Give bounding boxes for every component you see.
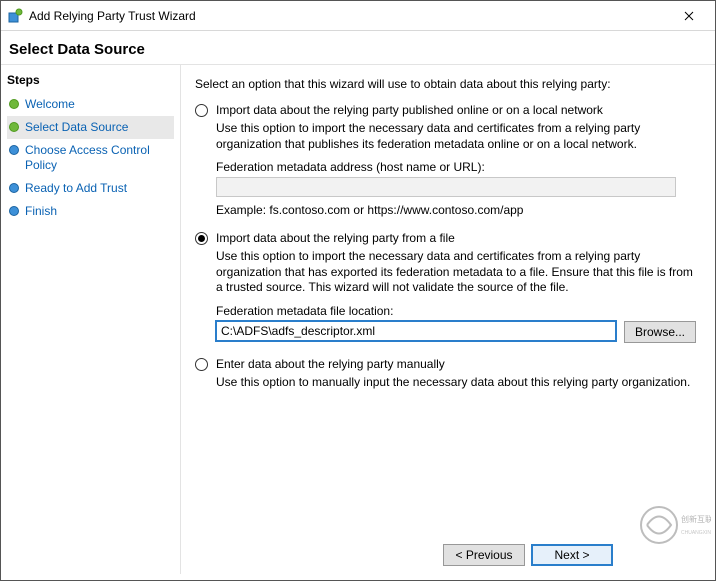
main-panel: Select an option that this wizard will u… [181,65,715,574]
option-title: Import data about the relying party publ… [216,103,603,117]
option-desc: Use this option to import the necessary … [216,249,701,296]
option-desc: Use this option to import the necessary … [216,121,701,152]
radio-enter-manually[interactable] [195,358,208,371]
option-title: Enter data about the relying party manua… [216,357,445,371]
bullet-icon [9,99,19,109]
metadata-address-example: Example: fs.contoso.com or https://www.c… [216,203,701,217]
bullet-icon [9,122,19,132]
option-enter-manually: Enter data about the relying party manua… [195,357,701,391]
step-welcome[interactable]: Welcome [7,93,174,116]
step-label: Choose Access Control Policy [25,143,172,173]
step-label: Welcome [25,97,75,112]
window-title: Add Relying Party Trust Wizard [29,9,667,23]
wizard-icon [7,8,23,24]
option-title: Import data about the relying party from… [216,231,455,245]
titlebar: Add Relying Party Trust Wizard [1,1,715,31]
step-choose-access-control-policy[interactable]: Choose Access Control Policy [7,139,174,177]
option-import-online: Import data about the relying party publ… [195,103,701,217]
previous-button[interactable]: < Previous [443,544,525,566]
option-import-file: Import data about the relying party from… [195,231,701,343]
intro-text: Select an option that this wizard will u… [195,77,701,91]
bullet-icon [9,183,19,193]
metadata-file-input[interactable] [216,321,616,341]
watermark-logo: 创新互联 CHUANGXIN [637,502,711,548]
next-button[interactable]: Next > [531,544,613,566]
steps-heading: Steps [7,73,174,87]
step-finish[interactable]: Finish [7,200,174,223]
metadata-address-input [216,177,676,197]
bullet-icon [9,145,19,155]
close-icon[interactable] [667,2,711,30]
option-desc: Use this option to manually input the ne… [216,375,701,391]
bullet-icon [9,206,19,216]
step-ready-to-add-trust[interactable]: Ready to Add Trust [7,177,174,200]
radio-import-online[interactable] [195,104,208,117]
browse-button[interactable]: Browse... [624,321,696,343]
metadata-address-label: Federation metadata address (host name o… [216,160,701,174]
step-label: Finish [25,204,57,219]
steps-sidebar: Steps Welcome Select Data Source Choose … [1,65,181,574]
wizard-footer: < Previous Next > Cancel [443,544,701,566]
page-title: Select Data Source [9,41,707,58]
svg-text:创新互联: 创新互联 [681,514,711,524]
step-label: Select Data Source [25,120,128,135]
wizard-header: Select Data Source [1,31,715,65]
step-label: Ready to Add Trust [25,181,127,196]
svg-text:CHUANGXIN: CHUANGXIN [681,530,711,536]
metadata-file-label: Federation metadata file location: [216,304,701,318]
step-select-data-source[interactable]: Select Data Source [7,116,174,139]
radio-import-file[interactable] [195,232,208,245]
